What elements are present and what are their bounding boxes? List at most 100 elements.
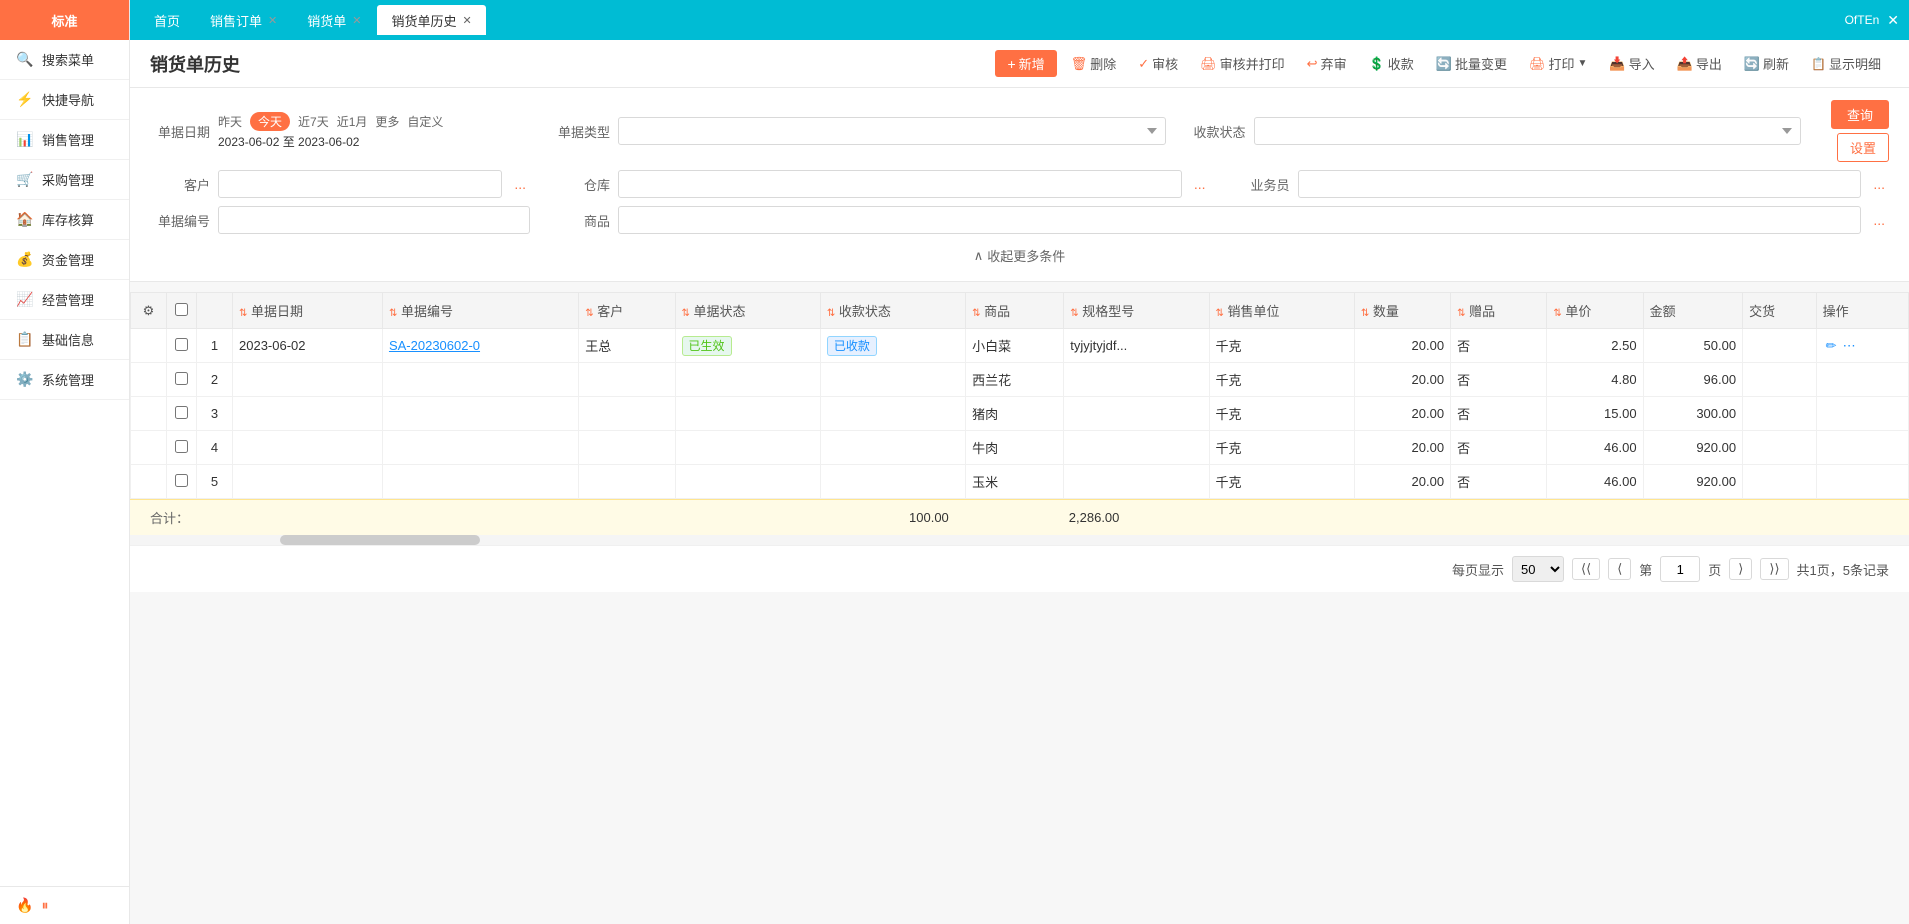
col-gift-header[interactable]: ⇅ 赠品	[1451, 293, 1547, 329]
delete-button[interactable]: 🗑 删除	[1063, 50, 1125, 77]
col-unit-header[interactable]: ⇅ 销售单位	[1209, 293, 1354, 329]
pause-icon[interactable]: ⏸	[41, 897, 48, 914]
page-number-input[interactable]	[1660, 556, 1700, 582]
row-gift: 否	[1451, 363, 1547, 397]
show-detail-button[interactable]: 📋 显示明细	[1803, 50, 1889, 77]
prev-page-button[interactable]: ⟨	[1608, 558, 1631, 580]
topbar-close-icon[interactable]: ✕	[1887, 12, 1899, 29]
collect-status-select[interactable]	[1254, 117, 1802, 145]
more-op-button[interactable]: ⋯	[1840, 338, 1859, 354]
row-checkbox[interactable]	[175, 406, 188, 419]
select-all-checkbox[interactable]	[175, 303, 188, 316]
query-button[interactable]: 查询	[1831, 100, 1889, 129]
sidebar-item-sales[interactable]: 📊 销售管理	[0, 120, 129, 160]
tab-sales-history-close[interactable]: ✕	[463, 14, 472, 27]
col-customer-header[interactable]: ⇅ 客户	[579, 293, 675, 329]
salesman-input[interactable]	[1298, 170, 1862, 198]
col-docstatus-header[interactable]: ⇅ 单据状态	[675, 293, 820, 329]
settings-icon: ⚙	[143, 303, 155, 318]
sidebar-item-operation[interactable]: 📈 经营管理	[0, 280, 129, 320]
tab-sales-history[interactable]: 销货单历史 ✕	[377, 5, 485, 35]
export-button[interactable]: 📤 导出	[1669, 50, 1730, 77]
row-checkbox[interactable]	[175, 338, 188, 351]
date-tab-7days[interactable]: 近7天	[298, 113, 329, 130]
salesman-label: 业务员	[1230, 175, 1290, 194]
abandon-button[interactable]: ↩ 弃审	[1299, 50, 1355, 77]
customer-ellipsis[interactable]: ...	[510, 176, 530, 192]
doc-no-link[interactable]: SA-20230602-0	[389, 338, 480, 353]
customer-input[interactable]	[218, 170, 502, 198]
col-goods-header[interactable]: ⇅ 商品	[966, 293, 1064, 329]
col-amount-header[interactable]: 金额	[1643, 293, 1743, 329]
next-page-button[interactable]: ⟩	[1729, 558, 1752, 580]
sidebar-item-finance[interactable]: 💰 资金管理	[0, 240, 129, 280]
row-docno	[382, 397, 578, 431]
row-qty: 20.00	[1354, 465, 1450, 499]
row-checkbox[interactable]	[175, 474, 188, 487]
sales-icon: 📊	[16, 131, 34, 149]
row-checkbox[interactable]	[175, 440, 188, 453]
print-button[interactable]: 🖨 打印 ▼	[1521, 50, 1595, 77]
batch-change-button[interactable]: 🔄 批量变更	[1428, 50, 1515, 77]
tab-sales-order-close[interactable]: ✕	[268, 14, 277, 27]
col-date-header[interactable]: ⇅ 单据日期	[233, 293, 383, 329]
date-tab-custom[interactable]: 自定义	[407, 113, 443, 130]
import-button[interactable]: 📥 导入	[1601, 50, 1662, 77]
last-page-button[interactable]: ⟩⟩	[1760, 558, 1788, 580]
refresh-button[interactable]: 🔄 刷新	[1736, 50, 1797, 77]
row-docno	[382, 465, 578, 499]
date-tab-1month[interactable]: 近1月	[337, 113, 368, 130]
setting-button[interactable]: 设置	[1837, 133, 1889, 162]
row-amount: 920.00	[1643, 431, 1743, 465]
warehouse-label: 仓库	[550, 175, 610, 194]
audit-button[interactable]: ✓ 审核	[1130, 50, 1186, 77]
date-tab-today[interactable]: 今天	[250, 112, 290, 131]
date-tab-yesterday[interactable]: 昨天	[218, 113, 242, 130]
edit-op-button[interactable]: ✏	[1823, 338, 1840, 354]
date-tabs: 昨天 今天 近7天 近1月 更多 自定义	[218, 112, 443, 131]
collapse-button[interactable]: ∧ 收起更多条件	[970, 242, 1070, 269]
col-docno-header[interactable]: ⇅ 单据编号	[382, 293, 578, 329]
doc-no-input[interactable]	[218, 206, 530, 234]
sidebar-item-quick[interactable]: ⚡ 快捷导航	[0, 80, 129, 120]
sidebar-item-inventory[interactable]: 🏠 库存核算	[0, 200, 129, 240]
sidebar-item-purchase[interactable]: 🛒 采购管理	[0, 160, 129, 200]
col-collectstatus-header[interactable]: ⇅ 收款状态	[820, 293, 965, 329]
row-check[interactable]	[167, 397, 197, 431]
col-check-header[interactable]	[167, 293, 197, 329]
horizontal-scrollbar[interactable]	[130, 535, 1909, 545]
sidebar-item-basic[interactable]: 📋 基础信息	[0, 320, 129, 360]
col-qty-header[interactable]: ⇅ 数量	[1354, 293, 1450, 329]
row-check[interactable]	[167, 363, 197, 397]
col-price-header[interactable]: ⇅ 单价	[1547, 293, 1643, 329]
tab-sales-order[interactable]: 销售订单 ✕	[196, 5, 291, 35]
fire-icon[interactable]: 🔥	[16, 897, 33, 914]
row-check[interactable]	[167, 431, 197, 465]
tab-home[interactable]: 首页	[140, 5, 194, 35]
row-docstatus	[675, 363, 820, 397]
row-check[interactable]	[167, 329, 197, 363]
tab-sales-delivery-close[interactable]: ✕	[352, 14, 361, 27]
warehouse-ellipsis[interactable]: ...	[1190, 176, 1210, 192]
audit-print-button[interactable]: 🖨 审核并打印	[1192, 50, 1293, 77]
salesman-ellipsis[interactable]: ...	[1869, 176, 1889, 192]
sort-icon-goods: ⇅	[972, 308, 980, 319]
date-tab-more[interactable]: 更多	[375, 113, 399, 130]
first-page-button[interactable]: ⟨⟨	[1572, 558, 1600, 580]
scrollbar-thumb[interactable]	[280, 535, 480, 545]
col-settings-header[interactable]: ⚙	[131, 293, 167, 329]
tab-sales-delivery[interactable]: 销货单 ✕	[293, 5, 375, 35]
collect-status-filter-field: 收款状态	[1186, 117, 1802, 145]
sidebar-item-system[interactable]: ⚙️ 系统管理	[0, 360, 129, 400]
goods-ellipsis[interactable]: ...	[1869, 212, 1889, 228]
goods-input[interactable]	[618, 206, 1861, 234]
col-spec-header[interactable]: ⇅ 规格型号	[1064, 293, 1209, 329]
row-check[interactable]	[167, 465, 197, 499]
new-button[interactable]: + 新增	[995, 50, 1056, 77]
per-page-select[interactable]: 50 20 100	[1512, 556, 1564, 582]
row-checkbox[interactable]	[175, 372, 188, 385]
doc-type-select[interactable]	[618, 117, 1166, 145]
warehouse-input[interactable]	[618, 170, 1182, 198]
sidebar-item-search[interactable]: 🔍 搜索菜单	[0, 40, 129, 80]
collect-button[interactable]: 💲 收款	[1361, 50, 1422, 77]
